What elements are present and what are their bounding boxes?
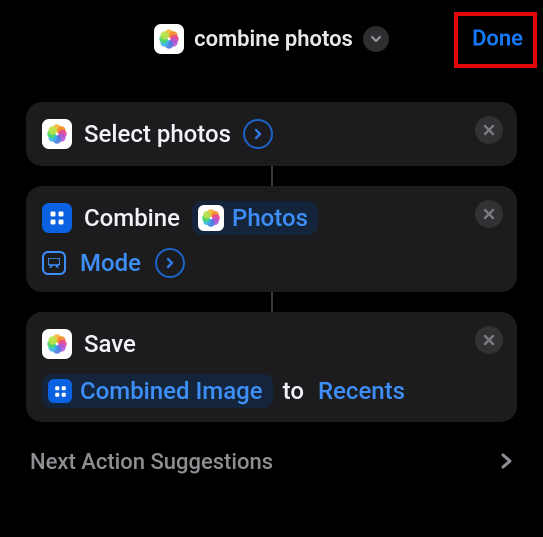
header-title-group: combine photos [154,24,389,54]
action-card-select-photos[interactable]: Select photos [26,102,517,166]
combined-image-variable-pill[interactable]: Combined Image [42,374,273,408]
remove-action-button[interactable] [475,200,503,228]
album-label: Recents [318,377,405,405]
expand-button[interactable] [243,119,273,149]
album-parameter[interactable]: Recents [314,374,409,408]
photos-variable-pill[interactable]: Photos [192,201,318,235]
connector [271,166,273,186]
grid-icon [48,379,72,403]
connector [271,292,273,312]
photos-icon [42,329,72,359]
next-action-suggestions[interactable]: Next Action Suggestions [0,422,543,475]
chevron-right-icon [499,452,513,474]
workflow-stage: Select photos Combine [0,78,543,422]
variable-label: Photos [232,204,308,232]
action-card-save[interactable]: Save Combined Image to Recents [26,312,517,422]
mode-parameter[interactable]: Mode [80,249,141,277]
to-label: to [283,377,304,405]
action-label: Select photos [84,120,231,148]
expand-button[interactable] [155,248,185,278]
mode-icon [42,251,66,275]
shortcut-title: combine photos [194,27,353,52]
photos-icon [42,119,72,149]
variable-label: Combined Image [80,377,263,405]
remove-action-button[interactable] [475,326,503,354]
action-label: Combine [84,204,180,232]
grid-icon [42,203,72,233]
title-menu-button[interactable] [363,26,389,52]
suggestions-label: Next Action Suggestions [30,450,273,475]
photos-icon [198,205,224,231]
remove-action-button[interactable] [475,116,503,144]
action-label: Save [84,330,136,358]
header: combine photos Done [0,0,543,78]
done-button[interactable]: Done [472,27,523,52]
action-card-combine[interactable]: Combine Photos Mode [26,186,517,292]
app-icon [154,24,184,54]
